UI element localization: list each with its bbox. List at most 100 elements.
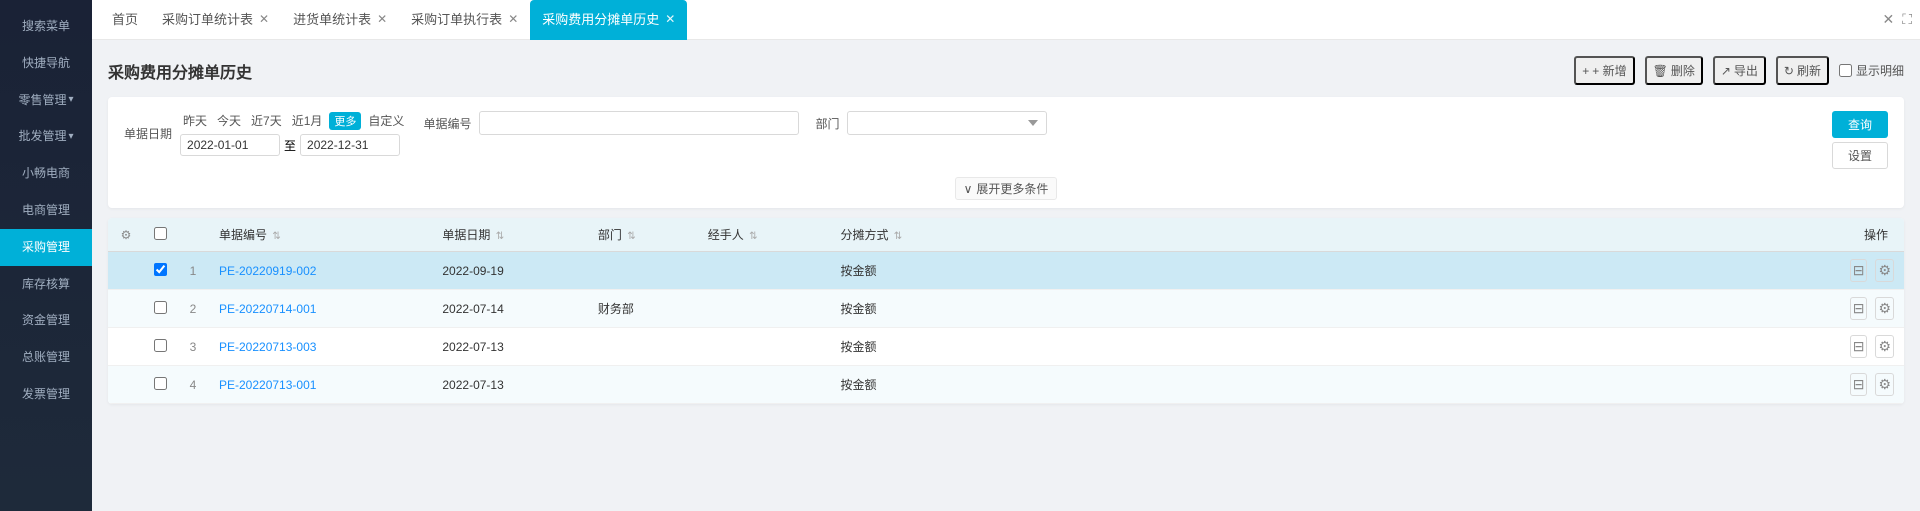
row-bill-date-2: 2022-07-13 (432, 328, 588, 366)
col-operation: 操作 (1782, 218, 1904, 252)
tab-close-purchase-fee-history[interactable]: ✕ (665, 13, 675, 25)
tab-label-purchase-order-exec: 采购订单执行表 (411, 9, 502, 28)
row-checkbox-cell-2 (144, 328, 177, 366)
bill-no-search-field: 单据编号 (423, 111, 799, 135)
export-button[interactable]: ↗ 导出 (1713, 56, 1766, 85)
show-columns-checkbox[interactable] (1839, 64, 1852, 77)
page-header: 采购费用分摊单历史 + + 新增 🗑 删除 ↗ 导出 ↻ 刷新 (108, 56, 1904, 85)
sidebar-item-ecom[interactable]: 电商管理 (0, 192, 92, 229)
row-num-3: 4 (177, 366, 209, 404)
last7days-shortcut[interactable]: 近7天 (248, 111, 285, 130)
view-icon-3[interactable]: ⊟ (1850, 373, 1868, 396)
chevron-down-icon: ▾ (68, 130, 73, 144)
sort-icon-split-method[interactable]: ⇅ (894, 231, 902, 242)
sidebar-item-finance[interactable]: 资金管理 (0, 302, 92, 339)
tab-home[interactable]: 首页 (100, 0, 150, 40)
row-handler-1 (698, 290, 831, 328)
tab-purchase-order-exec[interactable]: 采购订单执行表 ✕ (399, 0, 530, 40)
tab-purchase-order-stats[interactable]: 采购订单统计表✕ (150, 0, 281, 40)
date-separator: 至 (284, 137, 296, 154)
tab-label-purchase-fee-history: 采购费用分摊单历史 (542, 9, 659, 28)
add-icon: + (1582, 64, 1589, 78)
col-bill-date: 单据日期 ⇅ (432, 218, 588, 252)
custom-shortcut[interactable]: 自定义 (365, 111, 407, 130)
more-shortcut[interactable]: 更多 (329, 112, 361, 130)
row-settings-2 (108, 328, 144, 366)
dept-select[interactable]: 财务部 (847, 111, 1047, 135)
row-split-method-0: 按金额 (830, 252, 1781, 290)
refresh-button[interactable]: ↻ 刷新 (1776, 56, 1829, 85)
sidebar-item-retail[interactable]: 零售管理▾ (0, 82, 92, 119)
sort-icon-handler[interactable]: ⇅ (749, 231, 757, 242)
sort-icon-dept[interactable]: ⇅ (627, 231, 635, 242)
view-icon-2[interactable]: ⊟ (1850, 335, 1868, 358)
row-handler-0 (698, 252, 831, 290)
col-bill-no: 单据编号 ⇅ (209, 218, 432, 252)
row-settings-0 (108, 252, 144, 290)
query-button[interactable]: 查询 (1832, 111, 1888, 138)
row-bill-date-1: 2022-07-14 (432, 290, 588, 328)
sidebar-item-mini-ecom[interactable]: 小畅电商 (0, 155, 92, 192)
row-bill-no-2: PE-20220713-003 (209, 328, 432, 366)
edit-icon-1[interactable]: ⚙ (1875, 297, 1894, 320)
select-all-checkbox[interactable] (154, 227, 167, 240)
sidebar-item-ledger[interactable]: 总账管理 (0, 339, 92, 376)
row-checkbox-2[interactable] (154, 339, 167, 352)
edit-icon-2[interactable]: ⚙ (1875, 335, 1894, 358)
settings-button[interactable]: 设置 (1832, 142, 1888, 169)
col-dept: 部门 ⇅ (588, 218, 698, 252)
sidebar-item-wholesale[interactable]: 批发管理▾ (0, 118, 92, 155)
add-button[interactable]: + + 新增 (1574, 56, 1634, 85)
date-from-input[interactable] (180, 134, 280, 156)
tab-close-inbound-stats[interactable]: ✕ (377, 13, 387, 25)
tab-close-purchase-order-stats[interactable]: ✕ (259, 13, 269, 25)
sidebar-item-quick-nav[interactable]: 快捷导航 (0, 45, 92, 82)
view-icon-1[interactable]: ⊟ (1850, 297, 1868, 320)
view-icon-0[interactable]: ⊟ (1850, 259, 1868, 282)
last1month-shortcut[interactable]: 近1月 (289, 111, 326, 130)
tab-close-purchase-order-exec[interactable]: ✕ (508, 13, 518, 25)
today-shortcut[interactable]: 今天 (214, 111, 244, 130)
bill-no-input[interactable] (479, 111, 799, 135)
tab-purchase-fee-history[interactable]: 采购费用分摊单历史 ✕ (530, 0, 687, 40)
row-checkbox-cell-0 (144, 252, 177, 290)
edit-icon-3[interactable]: ⚙ (1875, 373, 1894, 396)
row-checkbox-0[interactable] (154, 263, 167, 276)
settings-icon[interactable]: ⚙ (121, 228, 132, 242)
table-row: 4 PE-20220713-001 2022-07-13 按金额 ⊟ ⚙ (108, 366, 1904, 404)
bill-no-link-2[interactable]: PE-20220713-003 (219, 340, 316, 354)
row-handler-2 (698, 328, 831, 366)
chevron-down-icon: ∨ (964, 182, 973, 196)
sidebar-item-invoice[interactable]: 发票管理 (0, 376, 92, 413)
chevron-down-icon: ▾ (68, 93, 73, 107)
row-num-0: 1 (177, 252, 209, 290)
date-to-input[interactable] (300, 134, 400, 156)
yesterday-shortcut[interactable]: 昨天 (180, 111, 210, 130)
sidebar-item-purchase[interactable]: 采购管理 (0, 229, 92, 266)
sort-icon-bill-date[interactable]: ⇅ (496, 231, 504, 242)
show-columns-toggle[interactable]: 显示明细 (1839, 62, 1904, 79)
table-row: 1 PE-20220919-002 2022-09-19 按金额 ⊟ ⚙ (108, 252, 1904, 290)
row-checkbox-3[interactable] (154, 377, 167, 390)
sidebar-item-search[interactable]: 搜索菜单 (0, 8, 92, 45)
search-row: 单据日期 昨天 今天 近7天 近1月 更多 自定义 至 (124, 111, 1888, 169)
row-bill-no-0: PE-20220919-002 (209, 252, 432, 290)
page-content: 采购费用分摊单历史 + + 新增 🗑 删除 ↗ 导出 ↻ 刷新 (92, 40, 1920, 511)
row-checkbox-1[interactable] (154, 301, 167, 314)
bill-no-link-1[interactable]: PE-20220714-001 (219, 302, 316, 316)
close-window-icon[interactable]: ✕ (1882, 11, 1894, 28)
sort-icon-bill-no[interactable]: ⇅ (272, 231, 280, 242)
expand-window-icon[interactable]: ⛶ (1902, 11, 1912, 28)
edit-icon-0[interactable]: ⚙ (1875, 259, 1894, 282)
sidebar-item-inventory[interactable]: 库存核算 (0, 266, 92, 303)
row-checkbox-cell-3 (144, 366, 177, 404)
delete-button[interactable]: 🗑 删除 (1645, 56, 1703, 85)
row-split-method-1: 按金额 (830, 290, 1781, 328)
tab-bar: 首页采购订单统计表✕进货单统计表✕ 采购订单执行表 ✕ 采购费用分摊单历史 ✕ ✕ ⛶ (92, 0, 1920, 40)
tab-inbound-stats[interactable]: 进货单统计表✕ (281, 0, 399, 40)
search-actions: 查询 设置 (1832, 111, 1888, 169)
bill-no-link-3[interactable]: PE-20220713-001 (219, 378, 316, 392)
sidebar: 搜索菜单快捷导航零售管理▾批发管理▾小畅电商电商管理采购管理库存核算资金管理总账… (0, 0, 92, 511)
expand-button[interactable]: ∨ 展开更多条件 (955, 177, 1058, 200)
bill-no-link-0[interactable]: PE-20220919-002 (219, 264, 316, 278)
